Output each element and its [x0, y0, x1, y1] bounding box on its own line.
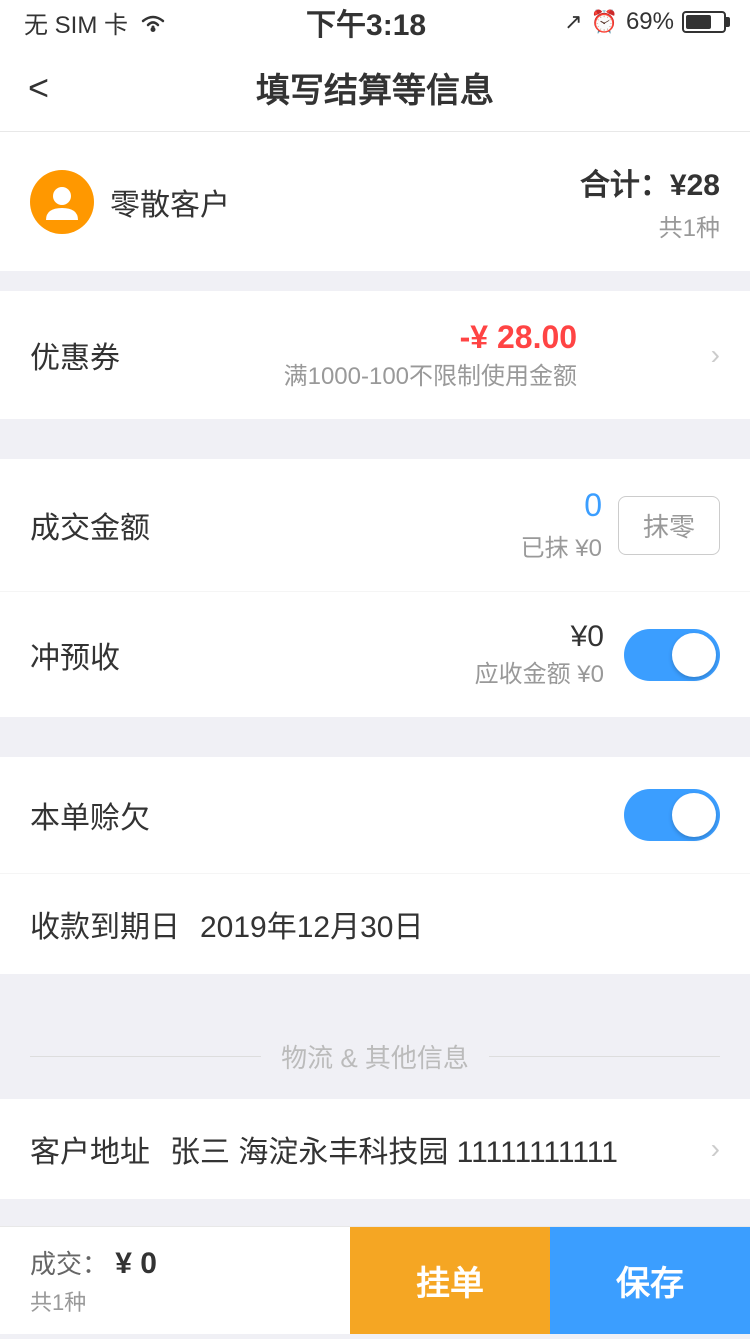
- customer-summary: 合计：¥28 共1种: [580, 160, 720, 243]
- separator-3: [0, 994, 750, 1014]
- battery-fill: [686, 15, 711, 29]
- address-row[interactable]: 客户地址 张三 海淀永丰科技园 11111111111 ›: [0, 1099, 750, 1199]
- customer-row: 零散客户 合计：¥28 共1种: [0, 132, 750, 271]
- battery-icon: [682, 11, 726, 33]
- bottom-buttons: 挂单 保存: [350, 1227, 750, 1334]
- total-count: 共1种: [580, 208, 720, 243]
- separator-2: [0, 737, 750, 757]
- bottom-bar: 成交： ¥ 0 共1种 挂单 保存: [0, 1226, 750, 1334]
- debt-label: 本单赊欠: [30, 793, 150, 837]
- transaction-value: 0: [584, 487, 602, 524]
- toggle-knob: [672, 633, 716, 677]
- transaction-section: 成交金额 0 已抹 ¥0 抹零 冲预收 ¥0 应收金额 ¥0: [0, 459, 750, 717]
- status-bar: 无 SIM 卡 下午3:18 ↗ ⏰ 69%: [0, 0, 750, 44]
- coupon-chevron-icon: ›: [711, 339, 720, 371]
- coupon-description: 满1000-100不限制使用金额: [284, 356, 577, 391]
- precollect-row: 冲预收 ¥0 应收金额 ¥0: [0, 592, 750, 717]
- debt-row: 本单赊欠: [0, 757, 750, 873]
- location-icon: ↗: [564, 9, 582, 35]
- carrier-text: 无 SIM 卡: [24, 5, 128, 40]
- transaction-amounts: 0 已抹 ¥0: [521, 487, 602, 563]
- total-amount: 合计：¥28: [580, 160, 720, 204]
- logistics-text: 物流 & 其他信息: [281, 1038, 469, 1075]
- customer-avatar: [30, 170, 94, 234]
- customer-name: 零散客户: [110, 180, 230, 224]
- battery-percent: 69%: [626, 8, 674, 36]
- due-date-value: 2019年12月30日: [200, 902, 423, 946]
- page-title: 填写结算等信息: [256, 63, 494, 112]
- status-time: 下午3:18: [306, 0, 426, 44]
- alarm-icon: ⏰: [591, 9, 618, 35]
- round-zero-button[interactable]: 抹零: [618, 496, 720, 555]
- debt-toggle[interactable]: [624, 789, 720, 841]
- status-left: 无 SIM 卡: [24, 5, 168, 40]
- coupon-label: 优惠券: [30, 333, 150, 377]
- bottom-count: 共1种: [30, 1285, 320, 1317]
- precollect-receivable: 应收金额 ¥0: [475, 654, 604, 689]
- bottom-deal-row: 成交： ¥ 0: [30, 1244, 320, 1281]
- status-right: ↗ ⏰ 69%: [564, 8, 726, 36]
- nav-bar: < 填写结算等信息: [0, 44, 750, 132]
- transaction-label: 成交金额: [30, 503, 150, 547]
- bottom-info: 成交： ¥ 0 共1种: [0, 1244, 350, 1317]
- address-value: 张三 海淀永丰科技园 11111111111: [170, 1127, 711, 1171]
- coupon-discount: -¥ 28.00: [460, 319, 577, 356]
- debt-section: 本单赊欠 收款到期日 2019年12月30日: [0, 757, 750, 974]
- divider-line-left: [30, 1056, 261, 1057]
- address-label: 客户地址: [30, 1127, 150, 1171]
- transaction-rounded: 已抹 ¥0: [521, 528, 602, 563]
- precollect-toggle[interactable]: [624, 629, 720, 681]
- logistics-divider: 物流 & 其他信息: [0, 1014, 750, 1099]
- debt-toggle-knob: [672, 793, 716, 837]
- deal-label: 成交：: [30, 1249, 108, 1279]
- precollect-right: ¥0 应收金额 ¥0: [475, 620, 720, 689]
- divider-line-right: [489, 1056, 720, 1057]
- avatar-icon: [42, 182, 82, 222]
- customer-left: 零散客户: [30, 170, 230, 234]
- back-button[interactable]: <: [28, 67, 49, 109]
- precollect-amount: ¥0: [475, 620, 604, 654]
- precollect-label: 冲预收: [30, 633, 150, 677]
- precollect-amounts: ¥0 应收金额 ¥0: [475, 620, 604, 689]
- coupon-row[interactable]: 优惠券 -¥ 28.00 满1000-100不限制使用金额 ›: [0, 291, 750, 419]
- address-chevron-icon: ›: [711, 1133, 720, 1165]
- wifi-icon: [138, 11, 168, 33]
- address-card: 客户地址 张三 海淀永丰科技园 11111111111 ›: [0, 1099, 750, 1199]
- hold-button[interactable]: 挂单: [350, 1227, 550, 1334]
- content: 零散客户 合计：¥28 共1种 优惠券 -¥ 28.00 满1000-100不限…: [0, 132, 750, 1339]
- coupon-right: -¥ 28.00 满1000-100不限制使用金额: [284, 319, 577, 391]
- save-button[interactable]: 保存: [550, 1227, 750, 1334]
- due-date-label: 收款到期日: [30, 902, 180, 946]
- transaction-value-wrap: 0 已抹 ¥0 抹零: [521, 487, 720, 563]
- transaction-row: 成交金额 0 已抹 ¥0 抹零: [0, 459, 750, 592]
- deal-amount: ¥ 0: [115, 1247, 157, 1280]
- customer-card: 零散客户 合计：¥28 共1种: [0, 132, 750, 271]
- coupon-section: 优惠券 -¥ 28.00 满1000-100不限制使用金额 ›: [0, 291, 750, 419]
- separator-1: [0, 439, 750, 459]
- due-date-row: 收款到期日 2019年12月30日: [0, 873, 750, 974]
